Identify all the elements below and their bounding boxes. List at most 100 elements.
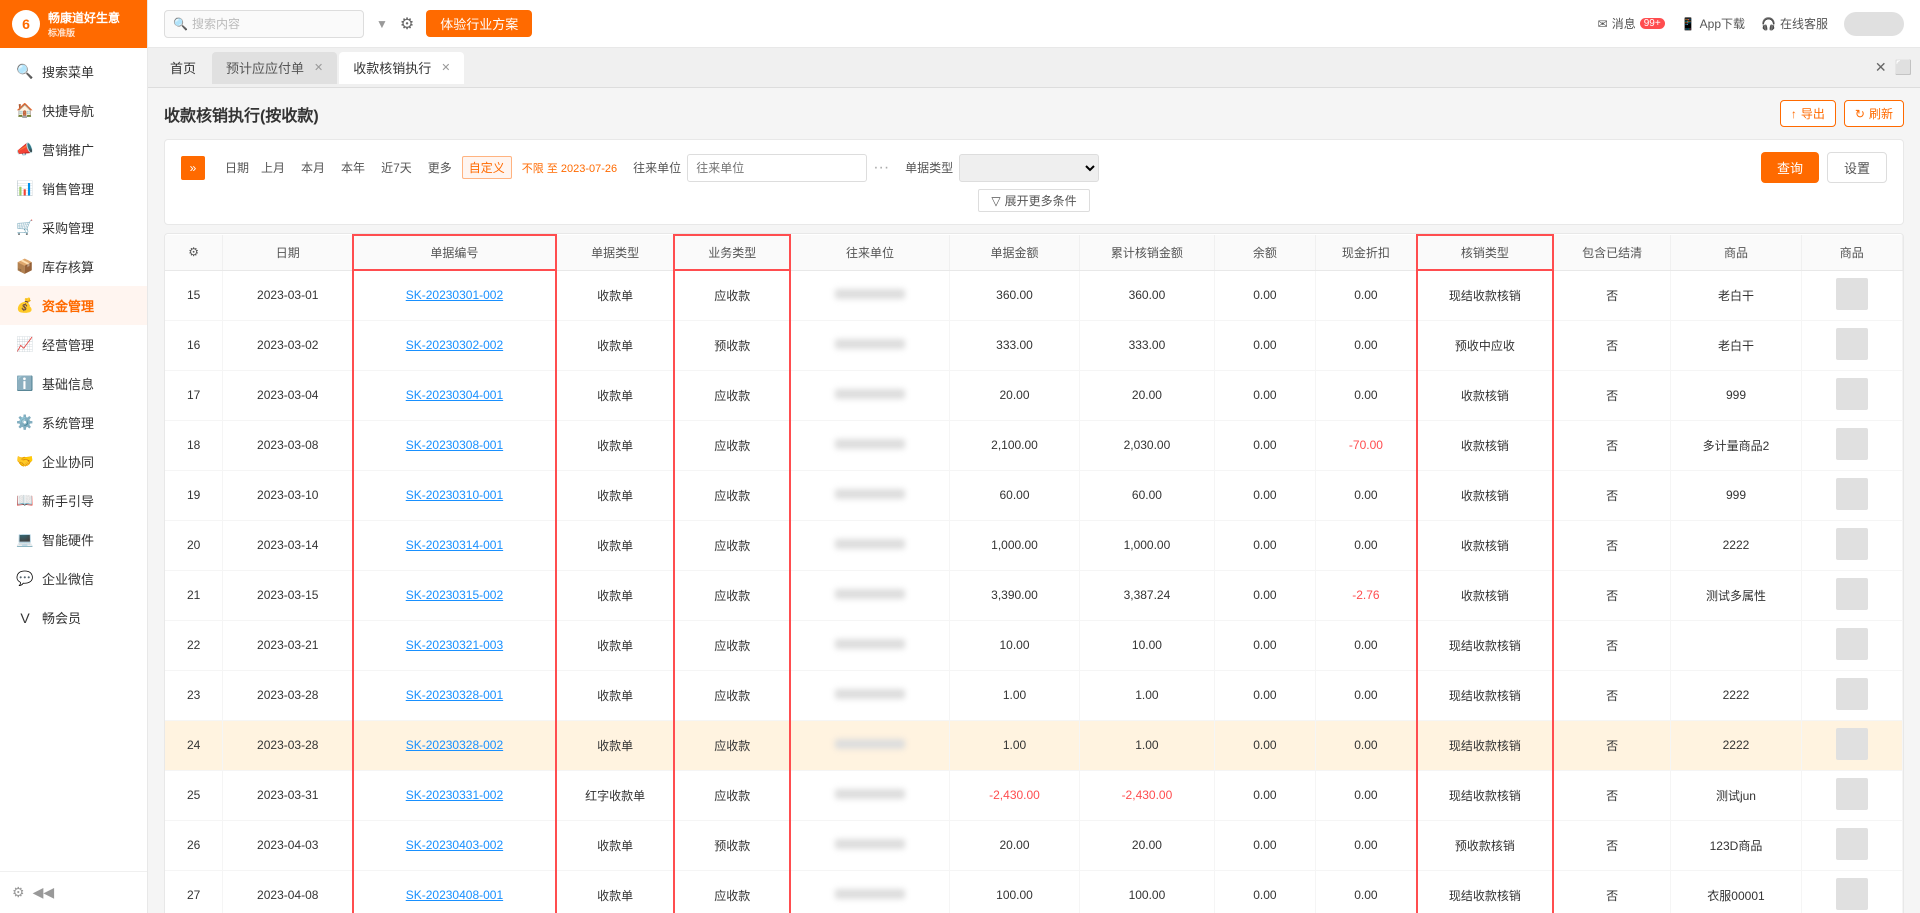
sidebar-item-system[interactable]: ⚙️系统管理 bbox=[0, 403, 147, 442]
cell-billno[interactable]: SK-20230302-002 bbox=[353, 320, 556, 370]
tab-home[interactable]: 首页 bbox=[156, 52, 210, 84]
cell-goods: 2222 bbox=[1671, 720, 1801, 770]
cell-balance: 0.00 bbox=[1214, 770, 1315, 820]
nav-icon-basic: ℹ️ bbox=[16, 375, 34, 393]
cell-goodsimg bbox=[1801, 620, 1902, 670]
expand-more-button[interactable]: ▽ 展开更多条件 bbox=[978, 189, 1089, 212]
cell-billno[interactable]: SK-20230328-002 bbox=[353, 720, 556, 770]
export-icon: ↑ bbox=[1791, 107, 1797, 121]
sidebar-item-hardware[interactable]: 💻智能硬件 bbox=[0, 520, 147, 559]
date-btn-more[interactable]: 更多 bbox=[422, 156, 458, 179]
maximize-icon[interactable]: ⬜ bbox=[1895, 59, 1912, 76]
expand-more-icon: ▽ bbox=[991, 194, 1000, 208]
topbar: 🔍 搜索内容 ▼ ⚙ 体验行业方案 ✉ 消息 99+ 📱 App下载 🎧 在线客… bbox=[148, 0, 1920, 48]
cell-billno[interactable]: SK-20230403-002 bbox=[353, 820, 556, 870]
filter-expand-btn[interactable]: » bbox=[181, 156, 205, 180]
table-header-row: ⚙ 日期 单据编号 单据类型 业务类型 往来单位 单据金额 累计核销金额 余额 … bbox=[165, 235, 1903, 270]
tab-verify-close[interactable]: ✕ bbox=[441, 61, 450, 74]
cell-billno[interactable]: SK-20230331-002 bbox=[353, 770, 556, 820]
date-btn-7days[interactable]: 近7天 bbox=[375, 156, 418, 179]
table-row: 16 2023-03-02 SK-20230302-002 收款单 预收款 33… bbox=[165, 320, 1903, 370]
collapse-icon[interactable]: ◀◀ bbox=[33, 884, 55, 901]
filter-billtype-select[interactable] bbox=[959, 154, 1099, 182]
table-scroll[interactable]: ⚙ 日期 单据编号 单据类型 业务类型 往来单位 单据金额 累计核销金额 余额 … bbox=[165, 234, 1903, 913]
cell-settled: 否 bbox=[1553, 370, 1671, 420]
filter-date-range: 不限 至 2023-07-26 bbox=[522, 160, 617, 176]
filter-billtype-item: 单据类型 bbox=[905, 154, 1099, 182]
tabs-window-actions: ✕ ⬜ bbox=[1875, 59, 1912, 76]
cell-billno[interactable]: SK-20230301-002 bbox=[353, 270, 556, 320]
cell-vertype: 收款核销 bbox=[1417, 420, 1553, 470]
cell-billno[interactable]: SK-20230408-001 bbox=[353, 870, 556, 913]
cell-discount: 0.00 bbox=[1316, 720, 1417, 770]
sidebar-item-finance[interactable]: 💰资金管理 bbox=[0, 286, 147, 325]
col-header-settings[interactable]: ⚙ bbox=[165, 235, 223, 270]
cell-no: 25 bbox=[165, 770, 223, 820]
cell-billno[interactable]: SK-20230308-001 bbox=[353, 420, 556, 470]
filter-partner-dots[interactable]: ··· bbox=[873, 159, 889, 177]
tab-verify[interactable]: 收款核销执行 ✕ bbox=[339, 52, 464, 84]
cell-billno[interactable]: SK-20230321-003 bbox=[353, 620, 556, 670]
main-area: 🔍 搜索内容 ▼ ⚙ 体验行业方案 ✉ 消息 99+ 📱 App下载 🎧 在线客… bbox=[148, 0, 1920, 913]
message-btn[interactable]: ✉ 消息 99+ bbox=[1598, 15, 1665, 32]
cell-vertype: 收款核销 bbox=[1417, 370, 1553, 420]
service-btn[interactable]: 🎧 在线客服 bbox=[1761, 15, 1828, 32]
cell-settled: 否 bbox=[1553, 620, 1671, 670]
sidebar-item-guide[interactable]: 📖新手引导 bbox=[0, 481, 147, 520]
cell-balance: 0.00 bbox=[1214, 520, 1315, 570]
sidebar-item-inventory[interactable]: 📦库存核算 bbox=[0, 247, 147, 286]
date-btn-thisyear[interactable]: 本年 bbox=[335, 156, 371, 179]
sidebar-item-purchase[interactable]: 🛒采购管理 bbox=[0, 208, 147, 247]
topbar-search[interactable]: 🔍 搜索内容 bbox=[164, 10, 364, 38]
export-button[interactable]: ↑ 导出 bbox=[1780, 100, 1836, 127]
cell-partner bbox=[790, 370, 949, 420]
cell-billno[interactable]: SK-20230315-002 bbox=[353, 570, 556, 620]
topbar-gear-icon[interactable]: ⚙ bbox=[400, 14, 414, 34]
table-row: 19 2023-03-10 SK-20230310-001 收款单 应收款 60… bbox=[165, 470, 1903, 520]
nav-label-enterprise: 企业协同 bbox=[42, 452, 94, 471]
query-button[interactable]: 查询 bbox=[1761, 152, 1819, 183]
nav-label-guide: 新手引导 bbox=[42, 491, 94, 510]
cell-balance: 0.00 bbox=[1214, 320, 1315, 370]
nav-icon-purchase: 🛒 bbox=[16, 219, 34, 237]
user-avatar[interactable] bbox=[1844, 12, 1904, 36]
cell-cumamt: 1,000.00 bbox=[1080, 520, 1215, 570]
sidebar-item-marketing[interactable]: 📣营销推广 bbox=[0, 130, 147, 169]
sidebar-item-search[interactable]: 🔍搜索菜单 bbox=[0, 52, 147, 91]
tab-prepay[interactable]: 预计应应付单 ✕ bbox=[212, 52, 337, 84]
filter-partner-input[interactable] bbox=[687, 154, 867, 182]
refresh-button[interactable]: ↻ 刷新 bbox=[1844, 100, 1904, 127]
cell-billno[interactable]: SK-20230314-001 bbox=[353, 520, 556, 570]
settings-button[interactable]: 设置 bbox=[1827, 152, 1887, 183]
cell-billno[interactable]: SK-20230310-001 bbox=[353, 470, 556, 520]
tab-verify-label: 收款核销执行 bbox=[353, 58, 431, 77]
solution-button[interactable]: 体验行业方案 bbox=[426, 10, 532, 37]
cell-goodsimg bbox=[1801, 770, 1902, 820]
tab-prepay-close[interactable]: ✕ bbox=[314, 61, 323, 74]
topbar-dropdown-arrow[interactable]: ▼ bbox=[376, 17, 388, 31]
sidebar-item-wechat[interactable]: 💬企业微信 bbox=[0, 559, 147, 598]
sidebar-item-basic[interactable]: ℹ️基础信息 bbox=[0, 364, 147, 403]
cell-billno[interactable]: SK-20230328-001 bbox=[353, 670, 556, 720]
sidebar-item-member[interactable]: V畅会员 bbox=[0, 598, 147, 637]
sidebar-item-enterprise[interactable]: 🤝企业协同 bbox=[0, 442, 147, 481]
filter-date-label: 日期 bbox=[225, 159, 249, 176]
logo-tag: 标准版 bbox=[48, 26, 120, 39]
cell-billno[interactable]: SK-20230304-001 bbox=[353, 370, 556, 420]
close-window-icon[interactable]: ✕ bbox=[1875, 59, 1887, 76]
cell-discount: 0.00 bbox=[1316, 320, 1417, 370]
date-btn-custom[interactable]: 自定义 bbox=[462, 156, 512, 179]
date-btn-lastmonth[interactable]: 上月 bbox=[255, 156, 291, 179]
date-btn-thismonth[interactable]: 本月 bbox=[295, 156, 331, 179]
cell-date: 2023-03-02 bbox=[223, 320, 353, 370]
cell-biztype: 预收款 bbox=[674, 820, 790, 870]
settings-bottom-icon[interactable]: ⚙ bbox=[12, 884, 25, 901]
sidebar-item-sales[interactable]: 📊销售管理 bbox=[0, 169, 147, 208]
cell-partner bbox=[790, 720, 949, 770]
cell-billtype: 收款单 bbox=[556, 870, 675, 913]
col-settings-icon[interactable]: ⚙ bbox=[188, 245, 199, 259]
cell-balance: 0.00 bbox=[1214, 820, 1315, 870]
sidebar-item-operations[interactable]: 📈经营管理 bbox=[0, 325, 147, 364]
app-download-btn[interactable]: 📱 App下载 bbox=[1681, 15, 1745, 32]
sidebar-item-quicknav[interactable]: 🏠快捷导航 bbox=[0, 91, 147, 130]
